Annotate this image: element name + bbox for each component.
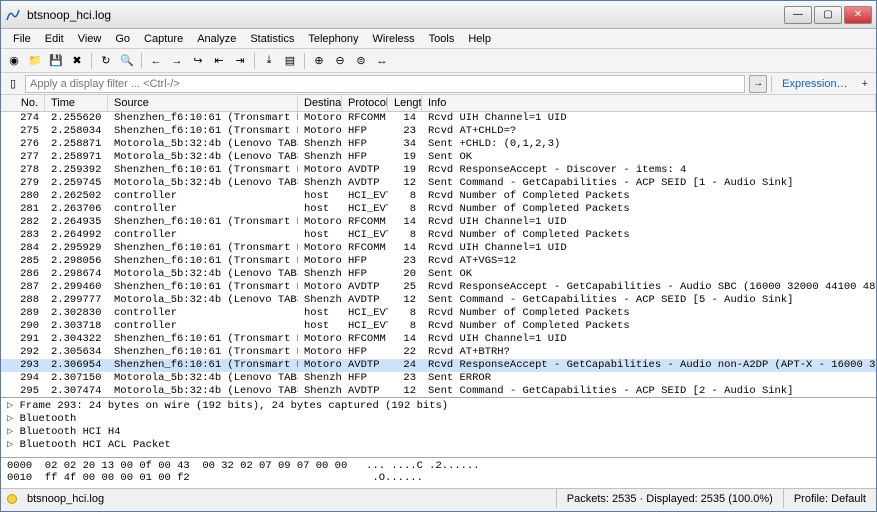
prev-icon[interactable]: ← xyxy=(147,52,165,70)
minimize-button[interactable]: ― xyxy=(784,6,812,24)
menu-view[interactable]: View xyxy=(72,31,108,47)
menu-telephony[interactable]: Telephony xyxy=(302,31,364,47)
menu-file[interactable]: File xyxy=(7,31,37,47)
packet-row[interactable]: 2862.298674Motorola_5b:32:4b (Lenovo TAB… xyxy=(1,268,876,281)
packet-row[interactable]: 2842.295929Shenzhen_f6:10:61 (Tronsmart … xyxy=(1,242,876,255)
packet-list-pane[interactable]: No.TimeSourceDestinationProtocolLengthIn… xyxy=(1,95,876,398)
column-header-src[interactable]: Source xyxy=(108,95,298,111)
packet-list-header[interactable]: No.TimeSourceDestinationProtocolLengthIn… xyxy=(1,95,876,112)
column-header-info[interactable]: Info xyxy=(422,95,876,111)
menu-go[interactable]: Go xyxy=(109,31,136,47)
packet-row[interactable]: 2912.304322Shenzhen_f6:10:61 (Tronsmart … xyxy=(1,333,876,346)
expert-info-led-icon[interactable] xyxy=(7,494,17,504)
folder-icon[interactable]: 📁 xyxy=(26,52,44,70)
packet-row[interactable]: 2802.262502controllerhostHCI_EVT8Rcvd Nu… xyxy=(1,190,876,203)
column-header-time[interactable]: Time xyxy=(45,95,108,111)
menu-edit[interactable]: Edit xyxy=(39,31,70,47)
titlebar: btsnoop_hci.log ― ▢ ✕ xyxy=(1,1,876,29)
zoom-reset-icon[interactable]: ⊜ xyxy=(352,52,370,70)
goto-icon[interactable]: ↪ xyxy=(189,52,207,70)
status-file[interactable]: btsnoop_hci.log xyxy=(23,493,556,505)
packet-details-pane[interactable]: Frame 293: 24 bytes on wire (192 bits), … xyxy=(1,398,876,458)
app-icon xyxy=(5,7,21,23)
status-packets: Packets: 2535 · Displayed: 2535 (100.0%) xyxy=(556,489,783,508)
column-header-len[interactable]: Length xyxy=(388,95,422,111)
autoscroll-icon[interactable]: ⤓ xyxy=(260,52,278,70)
reload-icon[interactable]: ↻ xyxy=(97,52,115,70)
zoom-in-icon[interactable]: ⊕ xyxy=(310,52,328,70)
colorize-icon[interactable]: ▤ xyxy=(281,52,299,70)
packet-row[interactable]: 2772.258971Motorola_5b:32:4b (Lenovo TAB… xyxy=(1,151,876,164)
packet-bytes-pane[interactable]: 0000 02 02 20 13 00 0f 00 43 00 32 02 07… xyxy=(1,458,876,488)
menubar: FileEditViewGoCaptureAnalyzeStatisticsTe… xyxy=(1,29,876,49)
filter-apply-button[interactable]: → xyxy=(749,75,767,93)
menu-statistics[interactable]: Statistics xyxy=(244,31,300,47)
maximize-button[interactable]: ▢ xyxy=(814,6,842,24)
bookmark-icon[interactable]: ▯ xyxy=(5,76,21,92)
menu-help[interactable]: Help xyxy=(462,31,497,47)
packet-row[interactable]: 2822.264935Shenzhen_f6:10:61 (Tronsmart … xyxy=(1,216,876,229)
tree-item[interactable]: Bluetooth HCI H4 xyxy=(7,426,870,439)
packet-row[interactable]: 2782.259392Shenzhen_f6:10:61 (Tronsmart … xyxy=(1,164,876,177)
packet-row[interactable]: 2902.303718controllerhostHCI_EVT8Rcvd Nu… xyxy=(1,320,876,333)
statusbar: btsnoop_hci.log Packets: 2535 · Displaye… xyxy=(1,488,876,508)
save-icon[interactable]: 💾 xyxy=(47,52,65,70)
zoom-out-icon[interactable]: ⊖ xyxy=(331,52,349,70)
packet-row[interactable]: 2882.299777Motorola_5b:32:4b (Lenovo TAB… xyxy=(1,294,876,307)
first-icon[interactable]: ⇤ xyxy=(210,52,228,70)
packet-row[interactable]: 2942.307150Motorola_5b:32:4b (Lenovo TAB… xyxy=(1,372,876,385)
filter-bar: ▯ → Expression… + xyxy=(1,73,876,95)
packet-row[interactable]: 2872.299460Shenzhen_f6:10:61 (Tronsmart … xyxy=(1,281,876,294)
packet-row[interactable]: 2852.298056Shenzhen_f6:10:61 (Tronsmart … xyxy=(1,255,876,268)
tree-item[interactable]: Frame 293: 24 bytes on wire (192 bits), … xyxy=(7,400,870,413)
tree-item[interactable]: Bluetooth HCI ACL Packet xyxy=(7,439,870,452)
file-open-icon[interactable]: ◉ xyxy=(5,52,23,70)
column-header-no[interactable]: No. xyxy=(1,95,45,111)
expression-button[interactable]: Expression… xyxy=(776,78,853,90)
status-profile[interactable]: Profile: Default xyxy=(783,489,876,508)
packet-row[interactable]: 2832.264992controllerhostHCI_EVT8Rcvd Nu… xyxy=(1,229,876,242)
packet-row[interactable]: 2952.307474Motorola_5b:32:4b (Lenovo TAB… xyxy=(1,385,876,398)
filter-add-button[interactable]: + xyxy=(858,78,872,90)
packet-row[interactable]: 2812.263706controllerhostHCI_EVT8Rcvd Nu… xyxy=(1,203,876,216)
toolbar: ◉📁💾✖ ↻🔍 ←→↪⇤⇥ ⤓▤ ⊕⊖⊜↔ xyxy=(1,49,876,73)
tree-item[interactable]: Bluetooth xyxy=(7,413,870,426)
column-header-dst[interactable]: Destination xyxy=(298,95,342,111)
search-icon[interactable]: 🔍 xyxy=(118,52,136,70)
last-icon[interactable]: ⇥ xyxy=(231,52,249,70)
packet-row[interactable]: 2792.259745Motorola_5b:32:4b (Lenovo TAB… xyxy=(1,177,876,190)
window-title: btsnoop_hci.log xyxy=(27,8,784,22)
packet-row[interactable]: 2922.305634Shenzhen_f6:10:61 (Tronsmart … xyxy=(1,346,876,359)
menu-capture[interactable]: Capture xyxy=(138,31,189,47)
menu-tools[interactable]: Tools xyxy=(423,31,461,47)
packet-row[interactable]: 2742.255620Shenzhen_f6:10:61 (Tronsmart … xyxy=(1,112,876,125)
next-icon[interactable]: → xyxy=(168,52,186,70)
resize-cols-icon[interactable]: ↔ xyxy=(373,52,391,70)
menu-analyze[interactable]: Analyze xyxy=(191,31,242,47)
packet-row[interactable]: 2932.306954Shenzhen_f6:10:61 (Tronsmart … xyxy=(1,359,876,372)
close-button[interactable]: ✕ xyxy=(844,6,872,24)
packet-row[interactable]: 2762.258871Motorola_5b:32:4b (Lenovo TAB… xyxy=(1,138,876,151)
column-header-proto[interactable]: Protocol xyxy=(342,95,388,111)
close-icon[interactable]: ✖ xyxy=(68,52,86,70)
packet-row[interactable]: 2892.302830controllerhostHCI_EVT8Rcvd Nu… xyxy=(1,307,876,320)
packet-row[interactable]: 2752.258034Shenzhen_f6:10:61 (Tronsmart … xyxy=(1,125,876,138)
display-filter-input[interactable] xyxy=(25,75,745,93)
menu-wireless[interactable]: Wireless xyxy=(367,31,421,47)
